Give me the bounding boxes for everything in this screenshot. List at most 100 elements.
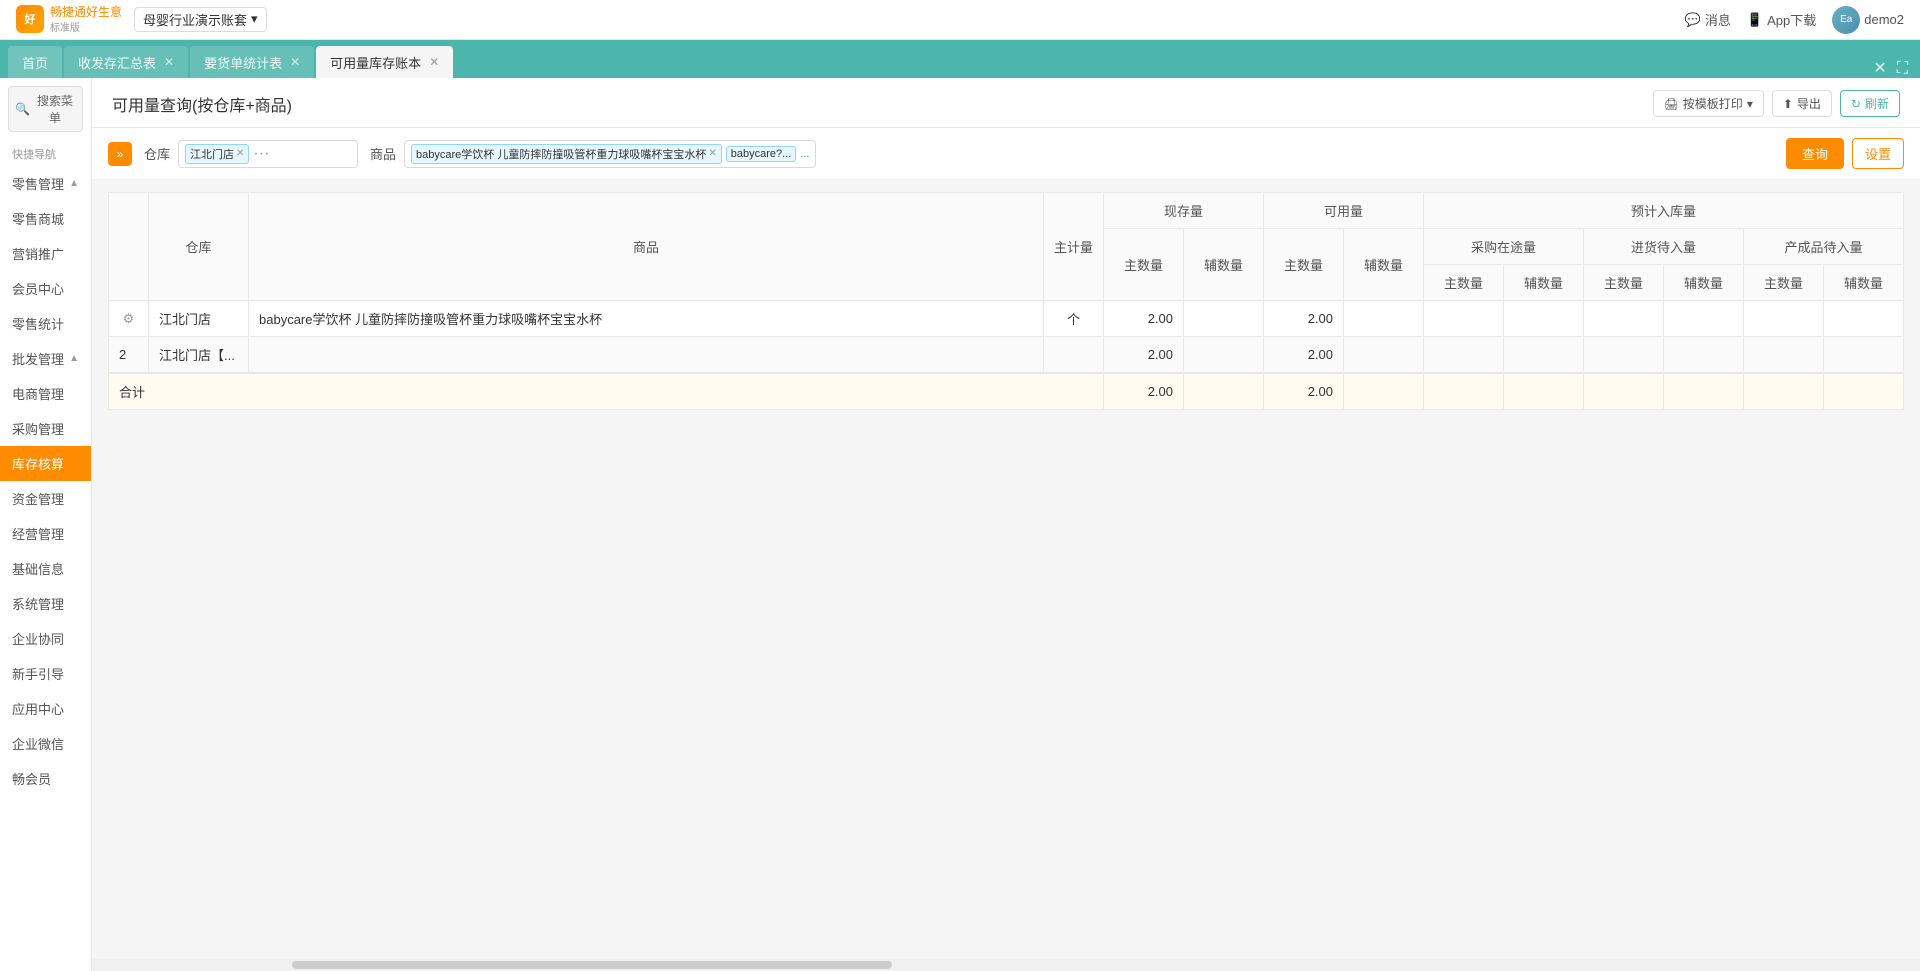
td-product-1: babycare学饮杯 儿童防摔防撞吸管杯重力球吸嘴杯宝宝水杯 (249, 301, 1044, 337)
refresh-btn[interactable]: ↻ 刷新 (1840, 90, 1900, 117)
td-pur-transit-main-1 (1424, 301, 1504, 337)
th-incoming-pending: 进货待入量 (1584, 229, 1744, 265)
sidebar-item-marketing[interactable]: 营销推广 (0, 236, 91, 271)
th-warehouse: 仓库 (149, 193, 249, 301)
gear-cell[interactable]: ⚙ (109, 301, 149, 337)
td-available-main-2: 2.00 (1264, 337, 1344, 374)
query-btn[interactable]: 查询 (1786, 138, 1844, 169)
sidebar-item-purchase[interactable]: 采购管理 (0, 411, 91, 446)
sidebar-item-basic-info[interactable]: 基础信息 (0, 551, 91, 586)
sidebar-item-retail-shop[interactable]: 零售商城 (0, 201, 91, 236)
footer-pur-transit-aux (1504, 373, 1584, 410)
td-product-2 (249, 337, 1044, 374)
export-btn[interactable]: ⬆ 导出 (1772, 90, 1832, 117)
td-warehouse-2: 江北门店【... (149, 337, 249, 374)
td-pur-transit-aux-1 (1504, 301, 1584, 337)
download-icon: 📱 (1747, 12, 1763, 28)
footer-prod-aux (1824, 373, 1904, 410)
message-label: 消息 (1705, 10, 1731, 29)
setting-btn[interactable]: 设置 (1852, 138, 1904, 169)
warehouse-filter-group: 仓库 江北门店 ✕ ··· (144, 140, 358, 168)
sidebar-item-retail-stats[interactable]: 零售统计 (0, 306, 91, 341)
sidebar-item-enterprise-wx[interactable]: 企业微信 (0, 726, 91, 761)
footer-pur-transit-main (1424, 373, 1504, 410)
tab-receipts-label: 收发存汇总表 (78, 53, 156, 72)
scrollbar-thumb[interactable] (292, 961, 892, 969)
warehouse-filter-input[interactable]: 江北门店 ✕ ··· (178, 140, 358, 168)
td-available-main-1: 2.00 (1264, 301, 1344, 337)
tab-orders-close[interactable]: ✕ (290, 55, 300, 69)
sidebar-item-wholesale-mgmt[interactable]: 批发管理 ▲ (0, 341, 91, 376)
tab-receipts[interactable]: 收发存汇总表 ✕ (64, 46, 188, 78)
td-available-aux-1 (1344, 301, 1424, 337)
td-incoming-aux-2 (1664, 337, 1744, 374)
sidebar-item-enterprise[interactable]: 企业协同 (0, 621, 91, 656)
sidebar-item-ecommerce[interactable]: 电商管理 (0, 376, 91, 411)
page-header: 可用量查询(按仓库+商品) 🖨 按模板打印 ▾ ⬆ 导出 ↻ 刷新 (92, 78, 1920, 128)
horizontal-scrollbar[interactable] (92, 959, 1920, 971)
sidebar-item-member2[interactable]: 畅会员 (0, 761, 91, 796)
product-filter-group: 商品 babycare学饮杯 儿童防摔防撞吸管杯重力球吸嘴杯宝宝水杯 ✕ bab… (370, 140, 816, 168)
tab-orders[interactable]: 要货单统计表 ✕ (190, 46, 314, 78)
username-label: demo2 (1864, 12, 1904, 27)
close-all-tabs-btn[interactable]: ✕ (1869, 58, 1890, 78)
td-pur-transit-main-2 (1424, 337, 1504, 374)
tab-orders-label: 要货单统计表 (204, 53, 282, 72)
refresh-label: 刷新 (1865, 95, 1889, 112)
product-more-link[interactable]: ... (800, 148, 809, 160)
sidebar-item-newbie[interactable]: 新手引导 (0, 656, 91, 691)
footer-current-main: 2.00 (1104, 373, 1184, 410)
tab-receipts-close[interactable]: ✕ (164, 55, 174, 69)
sidebar: 🔍 搜索菜单 快捷导航 零售管理 ▲ 零售商城 营销推广 会员中心 零售统计 批… (0, 78, 92, 971)
chevron-down-icon: ▾ (1747, 97, 1753, 111)
tab-home-label: 首页 (22, 53, 48, 72)
sidebar-nav-label: 快捷导航 (0, 140, 91, 166)
td-current-main-1: 2.00 (1104, 301, 1184, 337)
th-pur-transit-aux: 辅数量 (1504, 265, 1584, 301)
expand-tabs-btn[interactable]: ⛶ (1893, 60, 1912, 78)
search-menu-btn[interactable]: 🔍 搜索菜单 (8, 86, 83, 132)
td-current-aux-1 (1184, 301, 1264, 337)
tab-home[interactable]: 首页 (8, 46, 62, 78)
th-prod-aux: 辅数量 (1824, 265, 1904, 301)
product-filter-input[interactable]: babycare学饮杯 儿童防摔防撞吸管杯重力球吸嘴杯宝宝水杯 ✕ babyca… (404, 140, 816, 168)
logo-area: 好 畅捷通好生意 标准版 (16, 5, 122, 34)
search-menu-label: 搜索菜单 (34, 92, 76, 126)
sidebar-item-app-center[interactable]: 应用中心 (0, 691, 91, 726)
th-incoming-main: 主数量 (1584, 265, 1664, 301)
product-tag-1-close[interactable]: ✕ (708, 148, 716, 159)
sidebar-item-finance[interactable]: 资金管理 (0, 481, 91, 516)
footer-label: 合计 (109, 373, 1104, 410)
product-tag-2: babycare?... (726, 146, 797, 162)
sidebar-search-area: 🔍 搜索菜单 (0, 78, 91, 140)
export-icon: ⬆ (1783, 97, 1793, 111)
filter-expand-btn[interactable]: » (108, 142, 132, 166)
tab-available[interactable]: 可用量库存账本 ✕ (316, 46, 453, 78)
logo-text: 畅捷通好生意 (50, 5, 122, 19)
product-filter-label: 商品 (370, 144, 396, 163)
industry-selector[interactable]: 母婴行业演示账套 ▾ (134, 7, 267, 32)
th-production-pending: 产成品待入量 (1744, 229, 1904, 265)
sidebar-item-operations[interactable]: 经营管理 (0, 516, 91, 551)
sidebar-item-retail-mgmt[interactable]: 零售管理 ▲ (0, 166, 91, 201)
chevron-down-icon: ▾ (251, 11, 258, 27)
logo-icon: 好 (16, 5, 44, 33)
sidebar-item-system[interactable]: 系统管理 (0, 586, 91, 621)
message-btn[interactable]: 💬 消息 (1685, 10, 1731, 29)
data-table: 仓库 商品 主计量 现存量 可用量 (108, 192, 1904, 410)
th-product: 商品 (249, 193, 1044, 301)
print-template-btn[interactable]: 🖨 按模板打印 ▾ (1653, 90, 1764, 117)
gear-icon: ⚙ (123, 311, 135, 326)
sidebar-item-member[interactable]: 会员中心 (0, 271, 91, 306)
user-profile-btn[interactable]: Ea demo2 (1832, 6, 1904, 34)
app-download-btn[interactable]: 📱 App下载 (1747, 10, 1816, 29)
filter-bar: » 仓库 江北门店 ✕ ··· 商品 babycare学饮杯 儿童防摔防撞吸管杯… (92, 128, 1920, 180)
arrow-icon: ▲ (69, 353, 79, 364)
search-icon: 🔍 (15, 102, 30, 116)
warehouse-tag-close[interactable]: ✕ (236, 148, 244, 159)
footer-available-aux (1344, 373, 1424, 410)
th-current-stock: 现存量 (1104, 193, 1264, 229)
tab-available-close[interactable]: ✕ (429, 55, 439, 69)
footer-available-main: 2.00 (1264, 373, 1344, 410)
sidebar-item-inventory[interactable]: 库存核算 (0, 446, 91, 481)
